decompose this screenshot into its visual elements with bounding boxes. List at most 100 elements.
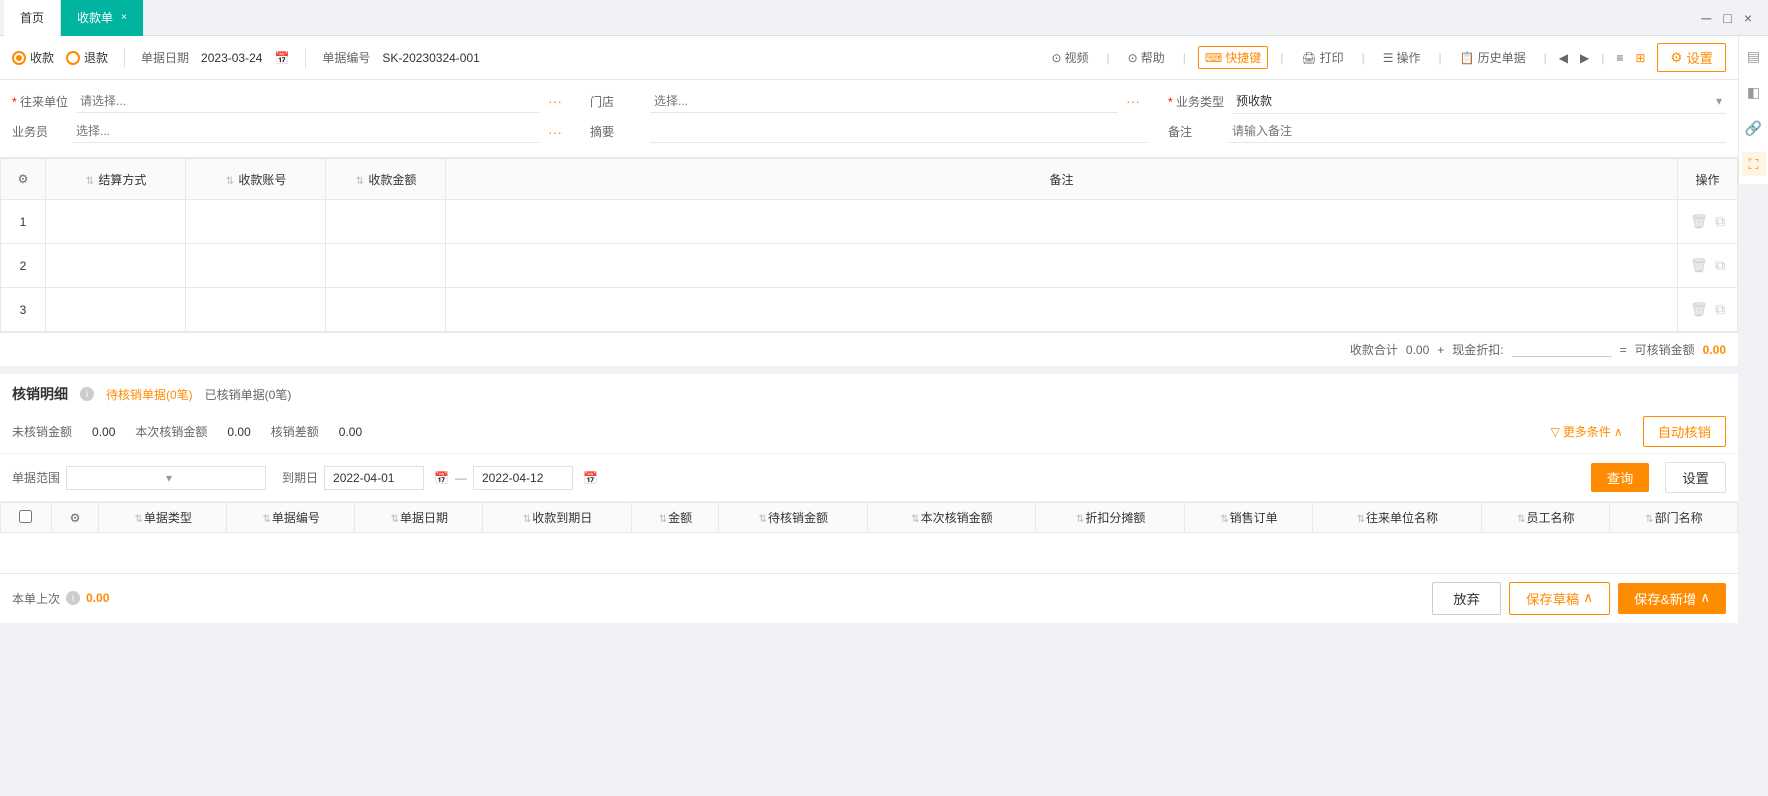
sidebar-link-icon[interactable]: 🔗 xyxy=(1742,116,1766,140)
bottom-col-6: ⇅本次核销金额 xyxy=(867,503,1036,533)
account-cell-1[interactable] xyxy=(186,200,326,244)
tab-home[interactable]: 首页 xyxy=(4,0,61,36)
filter-row: 单据范围 ▾ 到期日 📅 — 📅 查询 设置 xyxy=(0,453,1738,502)
table-row: 3 🗑 ⧉ xyxy=(1,288,1738,332)
calendar-icon[interactable]: 📅 xyxy=(274,51,289,65)
bottom-col-11: ⇅部门名称 xyxy=(1609,503,1737,533)
receipt-radio[interactable]: 收款 xyxy=(12,49,54,66)
settle-cell-1[interactable] xyxy=(46,200,186,244)
menu-icon-btn[interactable]: ≡ xyxy=(1616,51,1623,65)
remarks-input[interactable] xyxy=(1228,120,1726,143)
tab-close-icon[interactable]: × xyxy=(121,12,127,23)
operation-btn[interactable]: ☰ 操作 xyxy=(1377,47,1427,68)
calendar-to-icon[interactable]: 📅 xyxy=(583,471,598,485)
tab-receipt[interactable]: 收款单 × xyxy=(61,0,143,36)
receipt-radio-label: 收款 xyxy=(30,49,54,66)
action-cell-1: 🗑 ⧉ xyxy=(1678,200,1738,244)
query-button[interactable]: 查询 xyxy=(1591,463,1650,492)
biz-type-value: 预收款 xyxy=(1236,92,1716,109)
delete-row-icon-2[interactable]: 🗑 xyxy=(1690,257,1708,273)
remark-cell-2[interactable] xyxy=(446,244,1678,288)
remarks-label: 备注 xyxy=(1168,123,1228,140)
save-draft-label: 保存草稿 xyxy=(1526,589,1579,608)
help-btn[interactable]: ⊙ 帮助 xyxy=(1122,47,1171,68)
biz-type-select[interactable]: 预收款 ▾ xyxy=(1232,88,1726,114)
history-btn[interactable]: 📋 历史单据 xyxy=(1454,47,1532,68)
settle-cell-2[interactable] xyxy=(46,244,186,288)
summary-input[interactable] xyxy=(650,120,1148,143)
biz-type-label: 业务类型 xyxy=(1168,93,1232,110)
discard-button[interactable]: 放弃 xyxy=(1432,582,1501,615)
sidebar-expand-icon[interactable]: ⛶ xyxy=(1742,152,1766,176)
settings-button[interactable]: ⚙ 设置 xyxy=(1657,43,1726,72)
col-account-header: ⇅ 收款账号 xyxy=(186,159,326,200)
copy-row-icon-1[interactable]: ⧉ xyxy=(1715,213,1725,229)
more-conditions-btn[interactable]: ▽ 更多条件 ∧ xyxy=(1551,423,1623,440)
refund-radio[interactable]: 退款 xyxy=(66,49,108,66)
video-label: 视频 xyxy=(1065,49,1089,66)
store-input[interactable] xyxy=(650,90,1118,113)
receipt-type-group: 收款 退款 xyxy=(12,49,108,66)
salesperson-input[interactable] xyxy=(72,120,540,143)
amount-cell-3[interactable] xyxy=(326,288,446,332)
this-write-off-value: 0.00 xyxy=(227,425,250,439)
filter-settings-button[interactable]: 设置 xyxy=(1665,462,1726,493)
write-off-info-icon[interactable]: i xyxy=(80,387,94,401)
close-button[interactable]: × xyxy=(1744,10,1752,26)
counterpart-input[interactable] xyxy=(76,90,540,113)
col-gear-header[interactable]: ⚙ xyxy=(1,159,46,200)
save-new-button[interactable]: 保存&新增 ∧ xyxy=(1618,583,1726,614)
grid-icon-btn[interactable]: ⊞ xyxy=(1635,51,1645,65)
store-field: 门店 ··· xyxy=(590,90,1148,113)
divider-1 xyxy=(124,48,125,68)
account-cell-3[interactable] xyxy=(186,288,326,332)
copy-row-icon-2[interactable]: ⧉ xyxy=(1715,257,1725,273)
form-row-2: 业务员 ··· 摘要 备注 xyxy=(12,120,1726,143)
restore-button[interactable]: □ xyxy=(1723,10,1731,26)
save-new-label: 保存&新增 xyxy=(1634,589,1696,608)
settle-cell-3[interactable] xyxy=(46,288,186,332)
form-row-1: 往来单位 ··· 门店 ··· 业务类型 预收款 ▾ xyxy=(12,88,1726,114)
sidebar-table-icon[interactable]: ▤ xyxy=(1742,44,1766,68)
counterpart-more-icon[interactable]: ··· xyxy=(540,93,570,109)
account-cell-2[interactable] xyxy=(186,244,326,288)
amount-cell-2[interactable] xyxy=(326,244,446,288)
select-all-checkbox[interactable] xyxy=(19,510,32,523)
nav-prev-btn[interactable]: ◀ xyxy=(1559,51,1568,65)
video-btn[interactable]: ⊙ 视频 xyxy=(1045,47,1094,68)
delete-row-icon-3[interactable]: 🗑 xyxy=(1690,301,1708,317)
discount-input[interactable] xyxy=(1512,342,1612,357)
receivable-label: 可核销金额 xyxy=(1635,341,1695,358)
pending-tab[interactable]: 待核销单据(0笔) xyxy=(106,386,193,403)
table-gear-icon[interactable]: ⚙ xyxy=(9,165,37,193)
minimize-button[interactable]: ─ xyxy=(1701,10,1711,26)
shortcut-btn[interactable]: ⌨ 快捷键 xyxy=(1198,46,1268,69)
amount-cell-1[interactable] xyxy=(326,200,446,244)
filter-range-select[interactable]: ▾ xyxy=(66,466,266,490)
done-tab[interactable]: 已核销单据(0笔) xyxy=(205,386,292,403)
copy-row-icon-3[interactable]: ⧉ xyxy=(1715,301,1725,317)
date-from-input[interactable] xyxy=(324,466,424,490)
remark-cell-1[interactable] xyxy=(446,200,1678,244)
save-draft-button[interactable]: 保存草稿 ∧ xyxy=(1509,582,1610,615)
store-more-icon[interactable]: ··· xyxy=(1118,93,1148,109)
col-amount-header: ⇅ 收款金额 xyxy=(326,159,446,200)
footer: 本单上次 i 0.00 放弃 保存草稿 ∧ 保存&新增 ∧ xyxy=(0,573,1738,623)
bottom-table-container: ⚙⇅单据类型⇅单据编号⇅单据日期⇅收款到期日⇅金额⇅待核销金额⇅本次核销金额⇅折… xyxy=(0,502,1738,573)
doc-date-value[interactable]: 2023-03-24 xyxy=(201,51,262,65)
sidebar-doc-icon[interactable]: ◧ xyxy=(1742,80,1766,104)
doc-no-value[interactable]: SK-20230324-001 xyxy=(382,51,479,65)
bottom-table-gear-icon[interactable]: ⚙ xyxy=(70,511,81,525)
calendar-from-icon[interactable]: 📅 xyxy=(434,471,449,485)
auto-cancel-button[interactable]: 自动核销 xyxy=(1643,416,1726,447)
date-to-input[interactable] xyxy=(473,466,573,490)
history-icon: 📋 xyxy=(1460,51,1475,65)
nav-next-btn[interactable]: ▶ xyxy=(1580,51,1589,65)
delete-row-icon-1[interactable]: 🗑 xyxy=(1690,213,1708,229)
salesperson-more-icon[interactable]: ··· xyxy=(540,124,570,140)
write-off-title: 核销明细 xyxy=(12,384,68,404)
prev-order-info-icon[interactable]: i xyxy=(66,591,80,605)
remark-cell-3[interactable] xyxy=(446,288,1678,332)
prev-order-label: 本单上次 xyxy=(12,590,60,607)
print-btn[interactable]: 🖨 打印 xyxy=(1295,47,1349,68)
